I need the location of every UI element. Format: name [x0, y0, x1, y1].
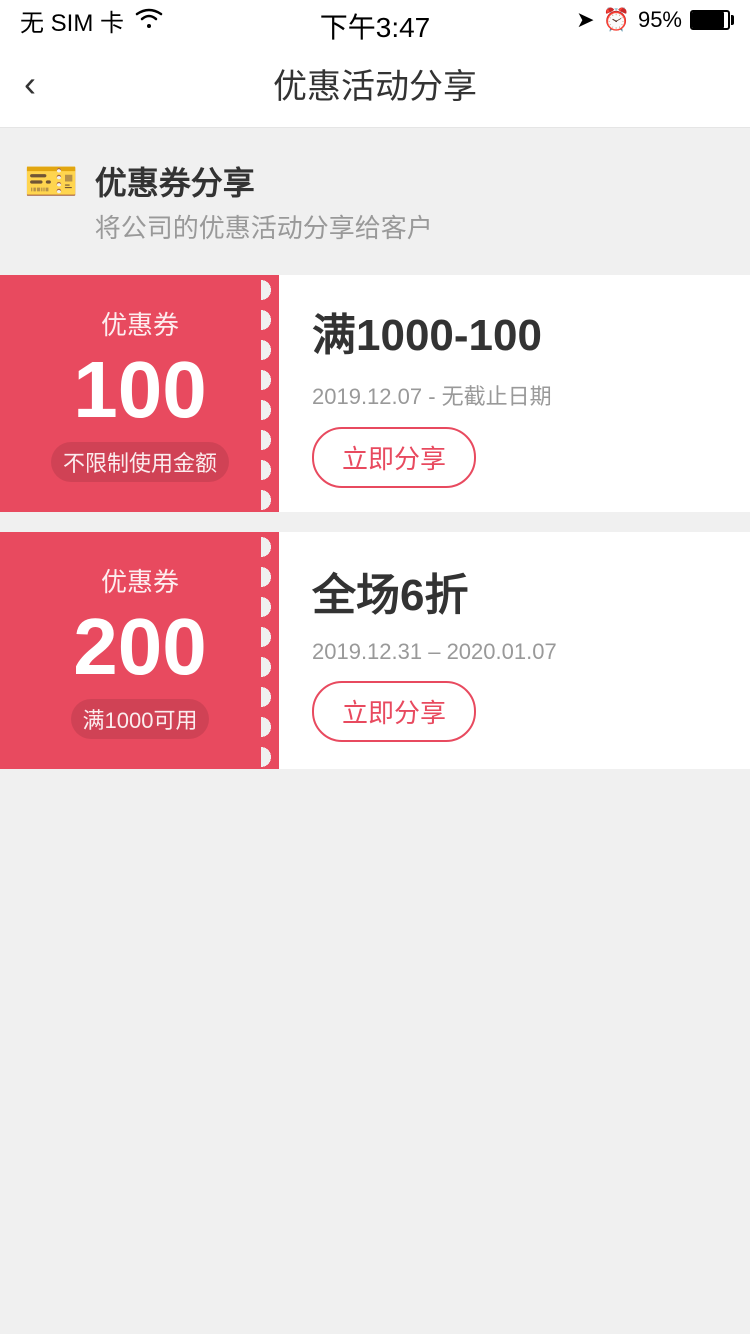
- share-button-2[interactable]: 立即分享: [312, 681, 476, 742]
- page-title: 优惠活动分享: [273, 59, 477, 108]
- status-left: 无 SIM 卡: [20, 3, 164, 38]
- coupon-date-2: 2019.12.31 – 2020.01.07: [312, 639, 557, 665]
- coupon-date-1: 2019.12.07 - 无截止日期: [312, 379, 552, 411]
- section-icon: 🎫: [24, 160, 79, 204]
- coupon-list: 优惠券 100 不限制使用金额 满1000-100 2019.12.07 - 无…: [0, 265, 750, 769]
- carrier-text: 无 SIM 卡: [20, 3, 124, 38]
- location-icon: ➤: [576, 7, 594, 33]
- alarm-icon: ⏰: [603, 7, 630, 33]
- coupon-right-inner-2: 全场6折 2019.12.31 – 2020.01.07 立即分享: [312, 559, 726, 742]
- coupon-title-2: 全场6折: [312, 559, 468, 623]
- coupon-type-2: 优惠券: [101, 562, 179, 599]
- coupon-left-2: 优惠券 200 满1000可用: [0, 532, 280, 769]
- section-text: 优惠券分享 将公司的优惠活动分享给客户: [95, 158, 433, 245]
- section-subtitle: 将公司的优惠活动分享给客户: [95, 208, 433, 245]
- battery-percent: 95%: [638, 7, 682, 33]
- coupon-title-1: 满1000-100: [312, 299, 542, 363]
- coupon-card-2: 优惠券 200 满1000可用 全场6折 2019.12.31 – 2020.0…: [0, 532, 750, 769]
- back-button[interactable]: ‹: [24, 63, 36, 105]
- wifi-icon: [134, 6, 164, 35]
- coupon-amount-1: 100: [73, 350, 206, 430]
- nav-bar: ‹ 优惠活动分享: [0, 40, 750, 128]
- coupon-right-2: 全场6折 2019.12.31 – 2020.01.07 立即分享: [280, 532, 750, 769]
- battery-fill: [692, 12, 724, 28]
- coupon-amount-2: 200: [73, 607, 206, 687]
- coupon-condition-1: 不限制使用金额: [51, 442, 229, 482]
- section-title: 优惠券分享: [95, 158, 433, 204]
- coupon-right-1: 满1000-100 2019.12.07 - 无截止日期 立即分享: [280, 275, 750, 512]
- battery-icon: [690, 10, 730, 30]
- coupon-condition-2: 满1000可用: [71, 699, 210, 739]
- coupon-left-1: 优惠券 100 不限制使用金额: [0, 275, 280, 512]
- share-button-1[interactable]: 立即分享: [312, 427, 476, 488]
- coupon-right-inner-1: 满1000-100 2019.12.07 - 无截止日期 立即分享: [312, 299, 726, 488]
- status-bar: 无 SIM 卡 下午3:47 ➤ ⏰ 95%: [0, 0, 750, 40]
- coupon-type-1: 优惠券: [101, 305, 179, 342]
- status-right: ➤ ⏰ 95%: [576, 7, 730, 33]
- coupon-card-1: 优惠券 100 不限制使用金额 满1000-100 2019.12.07 - 无…: [0, 275, 750, 512]
- section-header: 🎫 优惠券分享 将公司的优惠活动分享给客户: [0, 128, 750, 265]
- bottom-area: [0, 789, 750, 1289]
